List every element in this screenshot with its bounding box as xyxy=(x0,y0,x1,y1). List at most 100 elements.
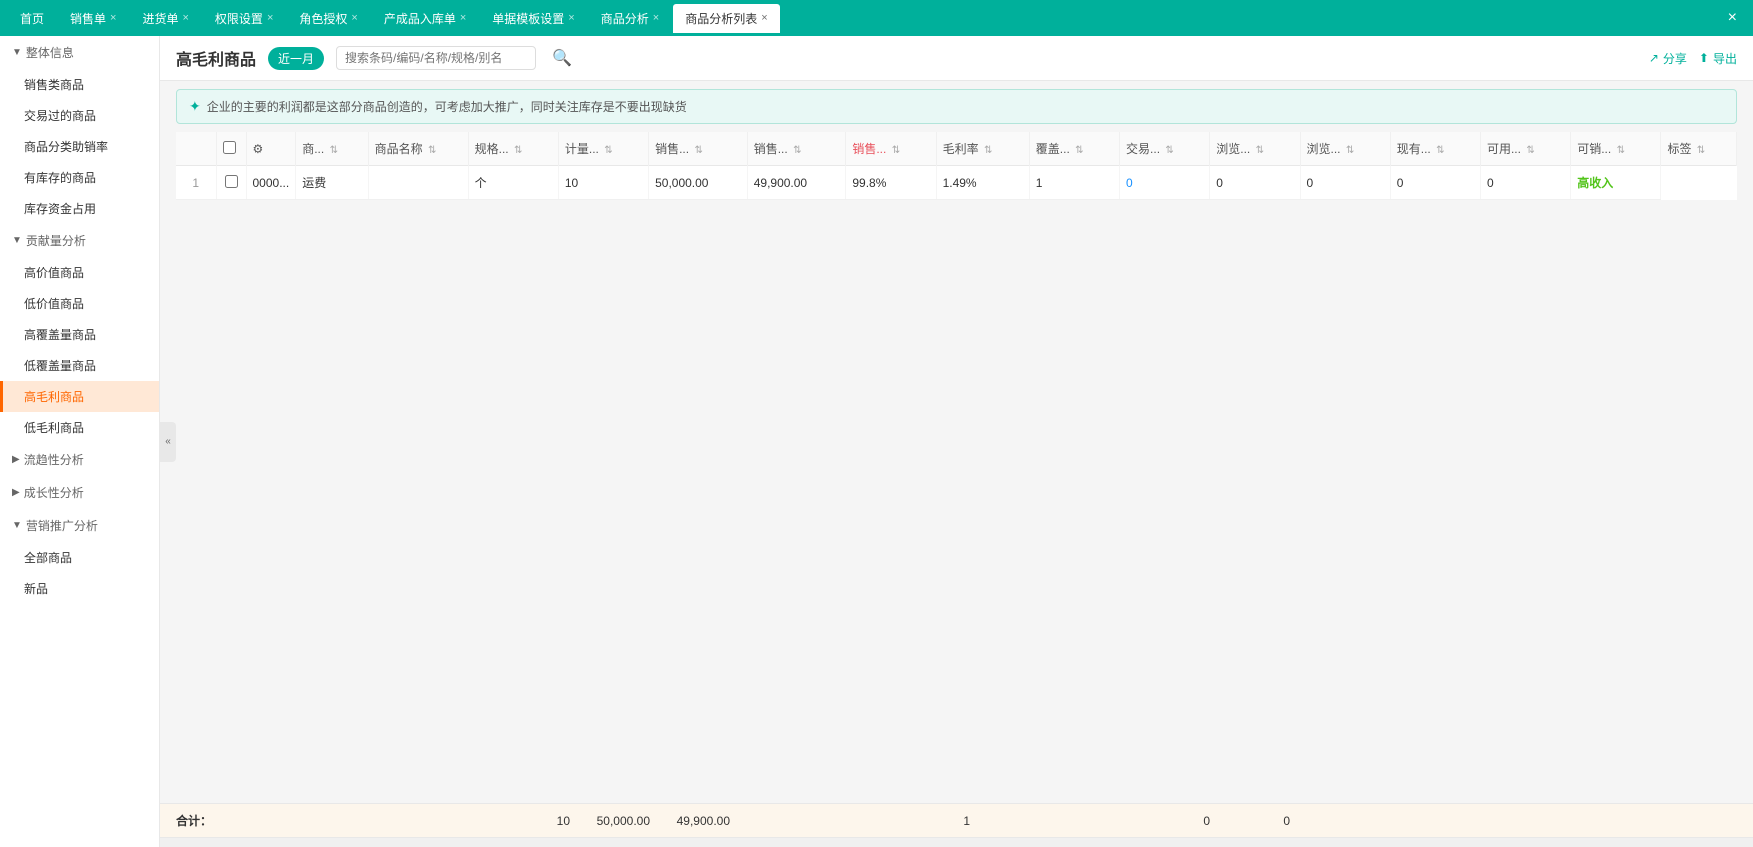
cell-checkbox[interactable] xyxy=(216,166,246,200)
share-button[interactable]: ↗ 分享 xyxy=(1649,50,1687,67)
search-input[interactable] xyxy=(336,46,536,70)
col-rownum xyxy=(176,132,216,166)
top-navigation: 首页 销售单 × 进货单 × 权限设置 × 角色授权 × 产成品入库单 × 单据… xyxy=(0,0,1753,36)
close-tab-role-auth[interactable]: × xyxy=(351,12,357,24)
footer-current-stock: 0 xyxy=(1136,814,1216,828)
cell-gross-margin-val: 99.8% xyxy=(846,166,936,200)
sidebar-item-sales-goods[interactable]: 销售类商品 xyxy=(0,69,159,100)
sidebar-item-all-goods[interactable]: 全部商品 xyxy=(0,542,159,573)
sidebar-item-low-coverage[interactable]: 低覆盖量商品 xyxy=(0,350,159,381)
sidebar-item-high-value[interactable]: 高价值商品 xyxy=(0,257,159,288)
sidebar-item-in-stock[interactable]: 有库存的商品 xyxy=(0,162,159,193)
table-row: 1 0000... 运费 个 10 50,000.00 49,900.00 99… xyxy=(176,166,1737,200)
col-trade[interactable]: 交易... ⇅ xyxy=(1120,132,1210,166)
sort-icon-spec: ⇅ xyxy=(514,145,522,156)
sort-icon-available: ⇅ xyxy=(1526,145,1534,156)
sidebar-item-new-goods[interactable]: 新品 xyxy=(0,573,159,604)
sidebar-item-high-margin[interactable]: 高毛利商品 xyxy=(0,381,159,412)
share-icon: ↗ xyxy=(1649,51,1659,65)
tab-product-analysis-list[interactable]: 商品分析列表 × xyxy=(673,4,779,33)
cell-code-val: 0000... xyxy=(246,166,296,200)
close-tab-finished-goods[interactable]: × xyxy=(460,12,466,24)
chevron-down-icon-2: ▼ xyxy=(12,235,22,246)
col-unit[interactable]: 计量... ⇅ xyxy=(558,132,648,166)
tab-voucher-template[interactable]: 单据模板设置 × xyxy=(480,4,586,33)
col-sales-profit[interactable]: 销售... ⇅ xyxy=(846,132,936,166)
table-header-row: ⚙ 商... ⇅ 商品名称 ⇅ 规格... ⇅ xyxy=(176,132,1737,166)
tab-permission-settings[interactable]: 权限设置 × xyxy=(203,4,285,33)
sidebar-item-category-rate[interactable]: 商品分类助销率 xyxy=(0,131,159,162)
sort-icon-sales-amount: ⇅ xyxy=(793,145,801,156)
sidebar-group-overall[interactable]: ▼ 整体信息 xyxy=(0,36,159,69)
horizontal-scrollbar[interactable] xyxy=(160,837,1753,847)
row-checkbox[interactable] xyxy=(225,175,238,188)
col-tag[interactable]: 标签 ⇅ xyxy=(1661,132,1737,166)
sidebar-item-high-coverage[interactable]: 高覆盖量商品 xyxy=(0,319,159,350)
close-tab-product-analysis-list[interactable]: × xyxy=(761,12,767,24)
close-tab-permission-settings[interactable]: × xyxy=(267,12,273,24)
sidebar-item-low-margin[interactable]: 低毛利商品 xyxy=(0,412,159,443)
sidebar-item-low-value[interactable]: 低价值商品 xyxy=(0,288,159,319)
export-icon: ⬆ xyxy=(1699,51,1709,65)
tab-home[interactable]: 首页 xyxy=(8,4,56,33)
tab-finished-goods[interactable]: 产成品入库单 × xyxy=(372,4,478,33)
sidebar-item-stock-capital[interactable]: 库存资金占用 xyxy=(0,193,159,224)
main-layout: ▼ 整体信息 销售类商品 交易过的商品 商品分类助销率 有库存的商品 库存资金占… xyxy=(0,36,1753,847)
sidebar-item-traded-goods[interactable]: 交易过的商品 xyxy=(0,100,159,131)
tab-sales-order[interactable]: 销售单 × xyxy=(58,4,128,33)
sort-icon-tag: ⇅ xyxy=(1697,145,1705,156)
tab-purchase-order[interactable]: 进货单 × xyxy=(130,4,200,33)
cell-sales-qty-val: 10 xyxy=(558,166,648,200)
close-tab-purchase-order[interactable]: × xyxy=(182,12,188,24)
col-spec[interactable]: 规格... ⇅ xyxy=(468,132,558,166)
col-current-stock[interactable]: 现有... ⇅ xyxy=(1390,132,1480,166)
sort-icon-sales-qty: ⇅ xyxy=(694,145,702,156)
sidebar-group-flow[interactable]: ▶ 流趋性分析 xyxy=(0,443,159,476)
col-gross-margin[interactable]: 毛利率 ⇅ xyxy=(936,132,1029,166)
col-available[interactable]: 可用... ⇅ xyxy=(1480,132,1570,166)
sidebar-group-contribution[interactable]: ▼ 贡献量分析 xyxy=(0,224,159,257)
sort-icon-sales-profit: ⇅ xyxy=(892,145,900,156)
select-all-checkbox[interactable] xyxy=(223,141,236,154)
sidebar-group-growth[interactable]: ▶ 成长性分析 xyxy=(0,476,159,509)
sort-icon-trade: ⇅ xyxy=(1165,145,1173,156)
cell-current-stock-val: 0 xyxy=(1300,166,1390,200)
sort-icon-gross-margin: ⇅ xyxy=(984,145,992,156)
cell-browse1-val[interactable]: 0 xyxy=(1120,166,1210,200)
col-sales-qty[interactable]: 销售... ⇅ xyxy=(649,132,748,166)
col-code[interactable]: 商... ⇅ xyxy=(296,132,368,166)
header-actions: ↗ 分享 ⬆ 导出 xyxy=(1649,50,1737,67)
content-header: 高毛利商品 近一月 🔍 ↗ 分享 ⬆ 导出 xyxy=(160,36,1753,81)
cell-spec-val xyxy=(368,166,468,200)
page-title: 高毛利商品 xyxy=(176,46,256,70)
close-tab-sales-order[interactable]: × xyxy=(110,12,116,24)
col-saleable[interactable]: 可销... ⇅ xyxy=(1571,132,1661,166)
close-tab-voucher-template[interactable]: × xyxy=(568,12,574,24)
tab-product-analysis[interactable]: 商品分析 × xyxy=(589,4,671,33)
col-settings[interactable]: ⚙ xyxy=(246,132,296,166)
cell-saleable-val: 0 xyxy=(1480,166,1570,200)
export-button[interactable]: ⬆ 导出 xyxy=(1699,50,1737,67)
chevron-down-icon: ▼ xyxy=(12,47,22,58)
sort-icon-current-stock: ⇅ xyxy=(1436,145,1444,156)
sort-icon-unit: ⇅ xyxy=(604,145,612,156)
cell-unit-val: 个 xyxy=(468,166,558,200)
cell-trade-val: 1 xyxy=(1029,166,1119,200)
footer-total-bar: 合计： 10 50,000.00 49,900.00 1 0 0 xyxy=(160,803,1753,837)
col-coverage[interactable]: 覆盖... ⇅ xyxy=(1029,132,1119,166)
col-browse2[interactable]: 浏览... ⇅ xyxy=(1300,132,1390,166)
close-tab-product-analysis[interactable]: × xyxy=(653,12,659,24)
close-all-tabs-button[interactable]: × xyxy=(1720,5,1745,31)
search-button[interactable]: 🔍 xyxy=(548,48,576,68)
col-browse1[interactable]: 浏览... ⇅ xyxy=(1210,132,1300,166)
tab-role-auth[interactable]: 角色授权 × xyxy=(287,4,369,33)
sidebar-group-marketing[interactable]: ▼ 营销推广分析 xyxy=(0,509,159,542)
sort-icon-name: ⇅ xyxy=(428,145,436,156)
col-name[interactable]: 商品名称 ⇅ xyxy=(368,132,468,166)
time-filter-button[interactable]: 近一月 xyxy=(268,47,324,70)
cell-tag-val: 高收入 xyxy=(1571,166,1661,200)
col-sales-amount[interactable]: 销售... ⇅ xyxy=(747,132,846,166)
footer-sales-profit: 49,900.00 xyxy=(656,814,736,828)
sidebar-collapse-button[interactable]: « xyxy=(160,422,176,462)
info-banner: ✦ 企业的主要的利润都是这部分商品创造的，可考虑加大推广，同时关注库存是不要出现… xyxy=(176,89,1737,124)
